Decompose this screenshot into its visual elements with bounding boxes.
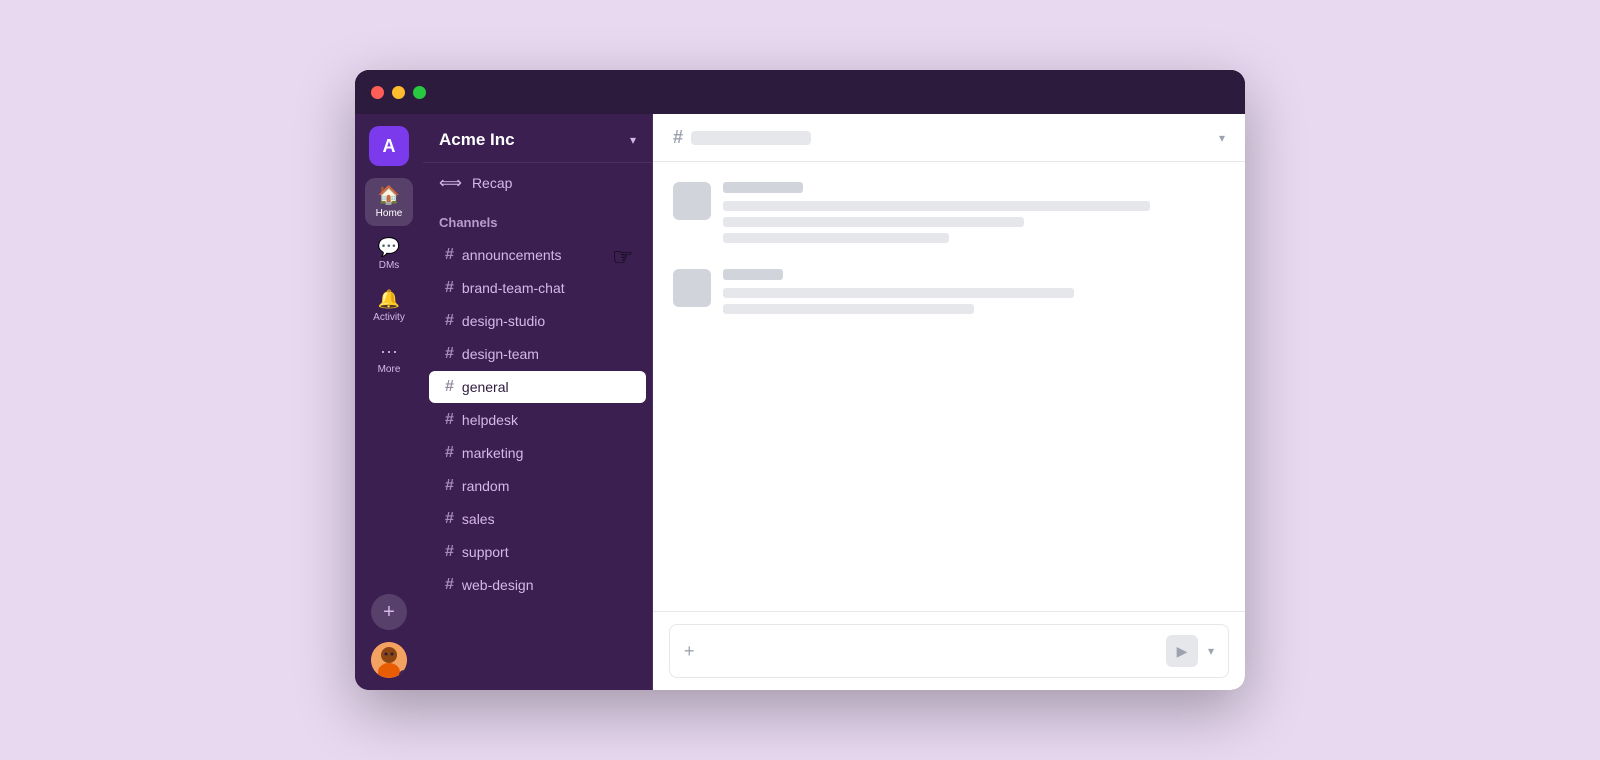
send-button[interactable]: ▶ — [1166, 635, 1198, 667]
channels-section-label: Channels — [423, 211, 652, 238]
message-avatar — [673, 182, 711, 220]
channel-item-marketing[interactable]: # marketing — [429, 437, 646, 469]
workspace-header[interactable]: Acme Inc ▾ — [423, 114, 652, 163]
channel-header-name — [691, 131, 1211, 145]
maximize-button[interactable] — [413, 86, 426, 99]
message-input-area: + ▶ ▾ — [653, 611, 1245, 690]
workspace-name: Acme Inc — [439, 130, 624, 150]
message-content — [723, 182, 1225, 249]
attach-button[interactable]: + — [684, 641, 695, 662]
channels-list: Channels # announcements # brand-team-ch… — [423, 203, 652, 690]
online-indicator — [399, 670, 407, 678]
message-group — [673, 182, 1225, 249]
sidebar-item-home[interactable]: 🏠 Home — [365, 178, 413, 226]
channel-item-general[interactable]: # general — [429, 371, 646, 403]
sidebar-item-activity[interactable]: 🔔 Activity — [365, 282, 413, 330]
channel-name: web-design — [462, 577, 534, 593]
hash-icon: # — [445, 444, 454, 462]
channel-name: general — [462, 379, 509, 395]
channel-name: support — [462, 544, 509, 560]
main-content: # ▾ — [653, 114, 1245, 690]
channel-item-random[interactable]: # random — [429, 470, 646, 502]
send-chevron-icon[interactable]: ▾ — [1208, 644, 1214, 658]
hash-icon: # — [445, 345, 454, 363]
channel-item-support[interactable]: # support — [429, 536, 646, 568]
hash-icon: # — [445, 510, 454, 528]
minimize-button[interactable] — [392, 86, 405, 99]
channel-name: brand-team-chat — [462, 280, 565, 296]
hash-icon: # — [445, 378, 454, 396]
channel-item-design-team[interactable]: # design-team — [429, 338, 646, 370]
activity-label: Activity — [373, 312, 405, 323]
title-bar — [355, 70, 1245, 114]
app-window: A 🏠 Home 💬 DMs 🔔 Activity ··· More + — [355, 70, 1245, 690]
recap-item[interactable]: ⟺ Recap — [423, 163, 652, 203]
hash-icon: # — [445, 279, 454, 297]
hash-icon: # — [445, 477, 454, 495]
message-input-box[interactable]: + ▶ ▾ — [669, 624, 1229, 678]
message-line — [723, 288, 1074, 298]
channel-header: # ▾ — [653, 114, 1245, 162]
recap-icon: ⟺ — [439, 173, 462, 193]
channel-item-brand-team-chat[interactable]: # brand-team-chat — [429, 272, 646, 304]
message-line — [723, 201, 1150, 211]
hash-icon: # — [445, 312, 454, 330]
nav-sidebar: A 🏠 Home 💬 DMs 🔔 Activity ··· More + — [355, 114, 423, 690]
user-avatar[interactable] — [371, 642, 407, 678]
add-workspace-button[interactable]: + — [371, 594, 407, 630]
message-input-placeholder[interactable] — [705, 644, 1156, 658]
message-line — [723, 304, 974, 314]
channel-sidebar: Acme Inc ▾ ⟺ Recap Channels # announceme… — [423, 114, 653, 690]
message-group — [673, 269, 1225, 320]
more-icon: ··· — [380, 341, 398, 362]
sidebar-item-more[interactable]: ··· More — [365, 334, 413, 382]
message-line — [723, 233, 949, 243]
channel-name: marketing — [462, 445, 523, 461]
app-body: A 🏠 Home 💬 DMs 🔔 Activity ··· More + — [355, 114, 1245, 690]
sidebar-item-dms[interactable]: 💬 DMs — [365, 230, 413, 278]
message-line — [723, 217, 1024, 227]
message-avatar — [673, 269, 711, 307]
header-name-placeholder — [691, 131, 811, 145]
dms-label: DMs — [379, 260, 400, 271]
workspace-chevron-icon: ▾ — [630, 133, 636, 147]
dms-icon: 💬 — [378, 237, 400, 258]
recap-label: Recap — [472, 175, 512, 191]
close-button[interactable] — [371, 86, 384, 99]
home-label: Home — [376, 208, 403, 219]
channel-item-announcements[interactable]: # announcements — [429, 239, 646, 271]
channel-item-web-design[interactable]: # web-design — [429, 569, 646, 601]
workspace-avatar[interactable]: A — [369, 126, 409, 166]
hash-icon: # — [445, 543, 454, 561]
channel-name: announcements — [462, 247, 562, 263]
channel-item-design-studio[interactable]: # design-studio — [429, 305, 646, 337]
channel-name: sales — [462, 511, 495, 527]
activity-icon: 🔔 — [378, 289, 400, 310]
channel-name: random — [462, 478, 509, 494]
more-label: More — [378, 364, 401, 375]
message-username — [723, 182, 803, 193]
hash-icon: # — [445, 411, 454, 429]
home-icon: 🏠 — [378, 185, 400, 206]
channel-name: helpdesk — [462, 412, 518, 428]
message-username — [723, 269, 783, 280]
channel-header-hash: # — [673, 127, 683, 148]
header-chevron-icon: ▾ — [1219, 131, 1225, 145]
hash-icon: # — [445, 246, 454, 264]
channel-item-helpdesk[interactable]: # helpdesk — [429, 404, 646, 436]
channel-name: design-team — [462, 346, 539, 362]
channel-name: design-studio — [462, 313, 545, 329]
hash-icon: # — [445, 576, 454, 594]
message-content — [723, 269, 1225, 320]
channel-item-sales[interactable]: # sales — [429, 503, 646, 535]
messages-area[interactable] — [653, 162, 1245, 611]
